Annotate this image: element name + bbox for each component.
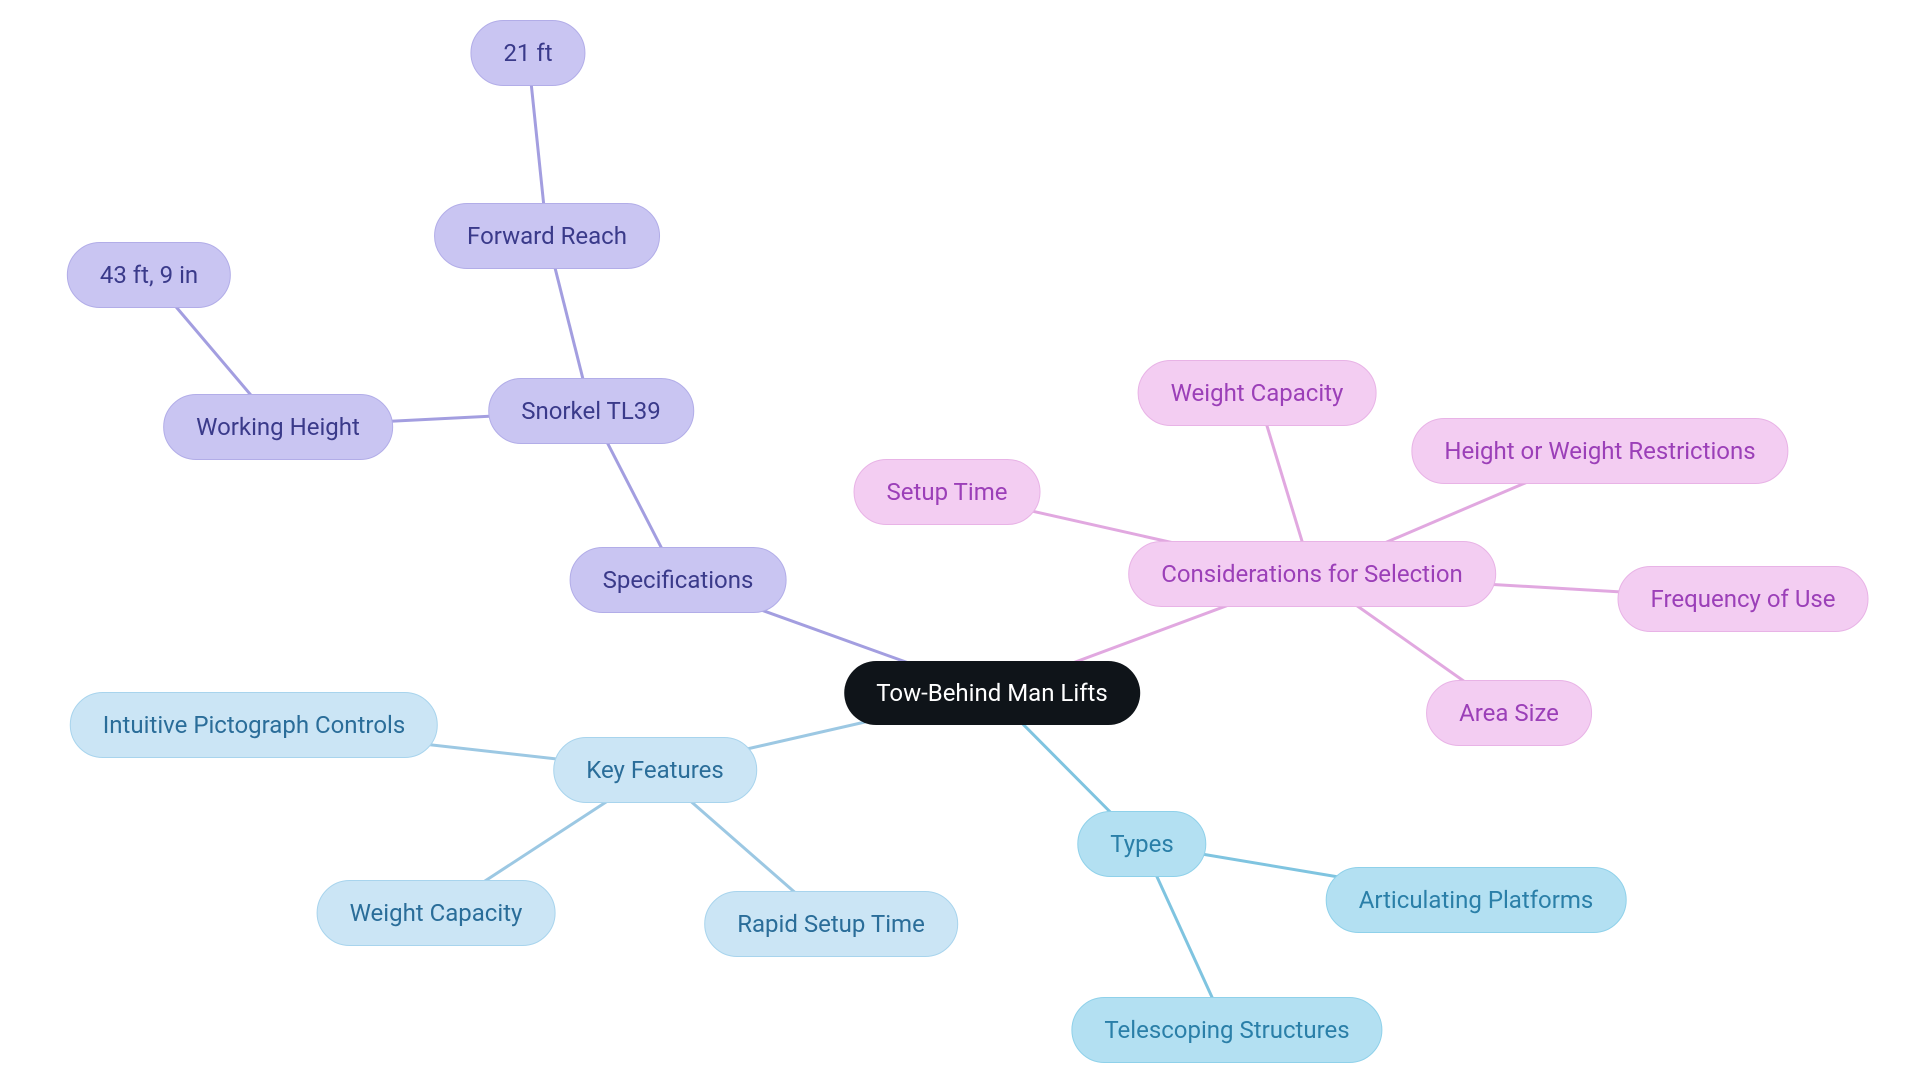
node-label: 43 ft, 9 in — [100, 261, 198, 289]
node-forward_reach[interactable]: Forward Reach — [434, 203, 660, 269]
node-articulating[interactable]: Articulating Platforms — [1326, 867, 1627, 933]
node-label: Intuitive Pictograph Controls — [103, 711, 405, 739]
node-label: Tow-Behind Man Lifts — [876, 679, 1108, 707]
node-val_43[interactable]: 43 ft, 9 in — [67, 242, 231, 308]
node-center[interactable]: Tow-Behind Man Lifts — [844, 661, 1140, 725]
node-types[interactable]: Types — [1077, 811, 1206, 877]
node-snorkel[interactable]: Snorkel TL39 — [488, 378, 694, 444]
node-label: Key Features — [586, 756, 724, 784]
node-val_21[interactable]: 21 ft — [470, 20, 585, 86]
node-rapid_setup[interactable]: Rapid Setup Time — [704, 891, 958, 957]
node-label: Area Size — [1459, 699, 1559, 727]
mindmap-canvas: Tow-Behind Man Lifts Considerations for S… — [0, 0, 1920, 1083]
node-label: 21 ft — [503, 39, 552, 67]
node-height_weight[interactable]: Height or Weight Restrictions — [1411, 418, 1788, 484]
node-label: Weight Capacity — [1171, 379, 1344, 407]
node-label: Telescoping Structures — [1104, 1016, 1349, 1044]
node-pictograph[interactable]: Intuitive Pictograph Controls — [70, 692, 438, 758]
node-weight_cap_b[interactable]: Weight Capacity — [317, 880, 556, 946]
node-label: Weight Capacity — [350, 899, 523, 927]
node-label: Considerations for Selection — [1161, 560, 1463, 588]
edge-layer — [0, 0, 1920, 1083]
node-weight_cap_p[interactable]: Weight Capacity — [1138, 360, 1377, 426]
node-specs[interactable]: Specifications — [570, 547, 787, 613]
node-considerations[interactable]: Considerations for Selection — [1128, 541, 1496, 607]
node-label: Rapid Setup Time — [737, 910, 925, 938]
node-label: Articulating Platforms — [1359, 886, 1594, 914]
node-telescoping[interactable]: Telescoping Structures — [1071, 997, 1382, 1063]
node-label: Setup Time — [887, 478, 1008, 506]
node-label: Snorkel TL39 — [521, 397, 661, 425]
node-label: Forward Reach — [467, 222, 627, 250]
node-setup_time[interactable]: Setup Time — [854, 459, 1041, 525]
node-frequency[interactable]: Frequency of Use — [1618, 566, 1869, 632]
node-key_features[interactable]: Key Features — [553, 737, 757, 803]
node-label: Working Height — [196, 413, 360, 441]
node-area_size[interactable]: Area Size — [1426, 680, 1592, 746]
node-label: Types — [1110, 830, 1173, 858]
node-label: Frequency of Use — [1651, 585, 1836, 613]
node-label: Specifications — [603, 566, 754, 594]
node-label: Height or Weight Restrictions — [1444, 437, 1755, 465]
node-working_h[interactable]: Working Height — [163, 394, 393, 460]
